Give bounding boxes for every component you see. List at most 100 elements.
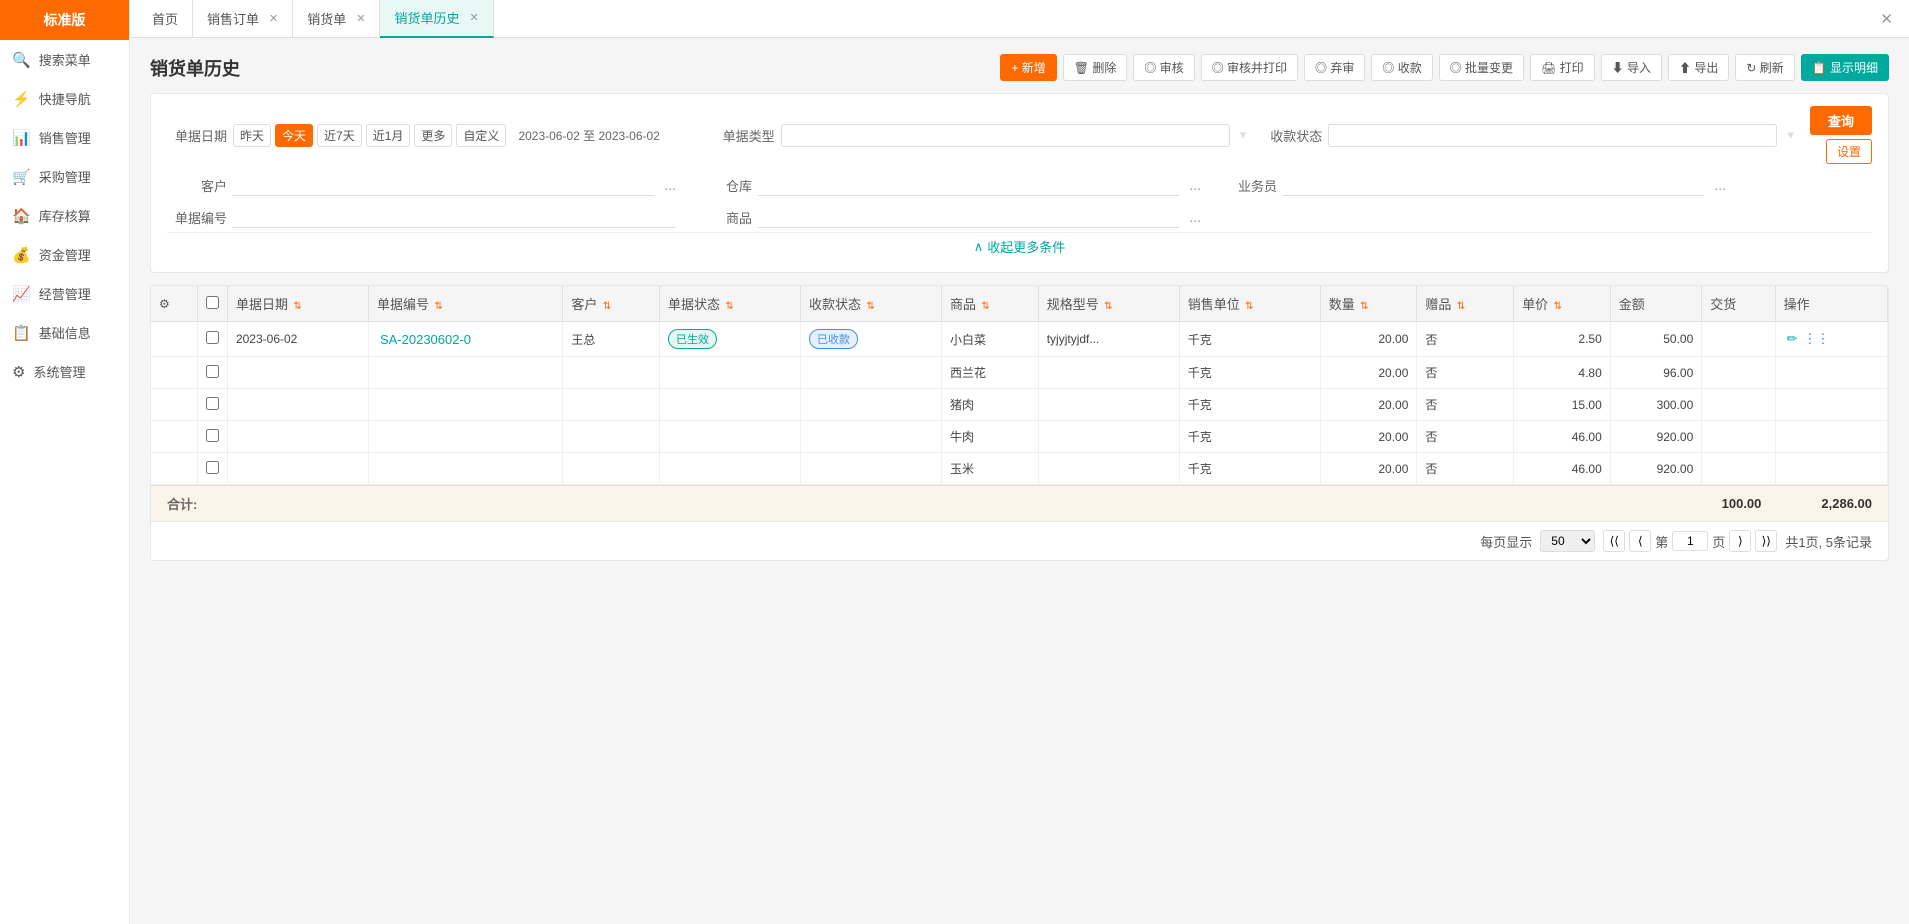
row-checkbox-2[interactable] xyxy=(197,389,227,421)
customer-filter-label: 客户 xyxy=(167,176,227,195)
sidebar-item-quick-nav[interactable]: ⚡ 快捷导航 xyxy=(0,79,129,118)
date-more-btn[interactable]: 更多 xyxy=(414,124,452,147)
display-detail-button[interactable]: 📋 显示明细 xyxy=(1801,54,1889,81)
total-info: 共1页, 5条记录 xyxy=(1785,532,1872,551)
date-1month-btn[interactable]: 近1月 xyxy=(366,124,411,147)
collect-button[interactable]: ◎ 收款 xyxy=(1371,54,1432,81)
date-today-btn[interactable]: 今天 xyxy=(275,124,313,147)
th-order-no[interactable]: 单据编号 ⇅ xyxy=(368,286,562,322)
row-order-no-0[interactable]: SA-20230602-0 xyxy=(368,322,562,357)
sidebar-item-sales-mgmt[interactable]: 📊 销售管理 xyxy=(0,118,129,157)
row-unit-1: 千克 xyxy=(1179,357,1320,389)
type-filter-input[interactable] xyxy=(781,124,1230,147)
th-spec[interactable]: 规格型号 ⇅ xyxy=(1038,286,1179,322)
status-filter-input[interactable] xyxy=(1328,124,1777,147)
th-spec-label: 规格型号 xyxy=(1047,297,1099,312)
row-checkbox-4[interactable] xyxy=(197,453,227,485)
row-order-no-1[interactable] xyxy=(368,357,562,389)
row-gear-4 xyxy=(151,453,197,485)
discard-button[interactable]: ◎ 弃审 xyxy=(1304,54,1365,81)
sidebar-item-purchase-mgmt[interactable]: 🛒 采购管理 xyxy=(0,157,129,196)
th-payment-status[interactable]: 收款状态 ⇅ xyxy=(801,286,942,322)
salesperson-filter-input[interactable] xyxy=(1283,174,1704,196)
new-button[interactable]: + 新增 xyxy=(1000,54,1056,81)
sidebar-item-system[interactable]: ⚙ 系统管理 xyxy=(0,352,129,391)
tab-sales-delivery[interactable]: 销货单 ✕ xyxy=(293,0,380,38)
audit-button[interactable]: ◎ 审核 xyxy=(1133,54,1194,81)
settings-button[interactable]: 设置 xyxy=(1826,139,1872,164)
money-icon: 💰 xyxy=(12,246,31,264)
row-order-no-3[interactable] xyxy=(368,421,562,453)
row-order-no-4[interactable] xyxy=(368,453,562,485)
page-number-input[interactable] xyxy=(1672,531,1708,551)
print-button[interactable]: 🖨 打印 xyxy=(1530,54,1595,81)
customer-filter-input[interactable] xyxy=(233,174,654,196)
th-order-status[interactable]: 单据状态 ⇅ xyxy=(660,286,801,322)
edit-link[interactable]: ✏ xyxy=(1787,331,1798,346)
goods-filter-input[interactable] xyxy=(758,206,1179,228)
warehouse-filter-dots[interactable]: ... xyxy=(1189,177,1201,193)
sort-icon-payment-status: ⇅ xyxy=(866,301,874,312)
th-price[interactable]: 单价 ⇅ xyxy=(1514,286,1611,322)
customer-filter-dots[interactable]: ... xyxy=(664,177,676,193)
date-7days-btn[interactable]: 近7天 xyxy=(317,124,362,147)
select-all-checkbox[interactable] xyxy=(206,296,219,309)
tab-sales-delivery-close[interactable]: ✕ xyxy=(356,12,365,25)
import-button[interactable]: ⬇ 导入 xyxy=(1601,54,1662,81)
row-checkbox-0[interactable] xyxy=(197,322,227,357)
page-prev-btn[interactable]: ⟨ xyxy=(1629,530,1651,552)
sidebar-item-basic-info[interactable]: 📋 基础信息 xyxy=(0,313,129,352)
row-qty-0: 20.00 xyxy=(1320,322,1417,357)
table-row: 西兰花 千克 20.00 否 4.80 96.00 xyxy=(151,357,1888,389)
warehouse-filter-input[interactable] xyxy=(758,174,1179,196)
row-goods-0: 小白菜 xyxy=(942,322,1039,357)
tab-sales-order-close[interactable]: ✕ xyxy=(269,12,278,25)
th-qty[interactable]: 数量 ⇅ xyxy=(1320,286,1417,322)
page-body: 销货单历史 + 新增 🗑 删除 ◎ 审核 ◎ 审核并打印 ◎ 弃审 ◎ 收款 ◎… xyxy=(130,38,1909,924)
page-last-btn[interactable]: ⟩⟩ xyxy=(1755,530,1777,552)
export-button[interactable]: ⬆ 导出 xyxy=(1668,54,1729,81)
th-gift[interactable]: 赠品 ⇅ xyxy=(1417,286,1514,322)
goods-filter-dots[interactable]: ... xyxy=(1189,209,1201,225)
sidebar-item-search-menu[interactable]: 🔍 搜索菜单 xyxy=(0,40,129,79)
tab-home[interactable]: 首页 xyxy=(138,0,193,38)
query-button[interactable]: 查询 xyxy=(1810,106,1872,135)
more-link[interactable]: ⋮⋮ xyxy=(1803,331,1829,346)
close-all-tabs-btn[interactable]: ✕ xyxy=(1872,10,1901,28)
sidebar-item-finance[interactable]: 💰 资金管理 xyxy=(0,235,129,274)
batch-change-button[interactable]: ◎ 批量变更 xyxy=(1439,54,1524,81)
tab-home-label: 首页 xyxy=(152,9,178,28)
audit-print-button[interactable]: ◎ 审核并打印 xyxy=(1201,54,1298,81)
tab-sales-history-close[interactable]: ✕ xyxy=(470,11,479,24)
per-page-select[interactable]: 20 50 100 xyxy=(1540,530,1595,552)
page-first-btn[interactable]: ⟨⟨ xyxy=(1603,530,1625,552)
tab-sales-order[interactable]: 销售订单 ✕ xyxy=(193,0,293,38)
date-custom-btn[interactable]: 自定义 xyxy=(456,124,506,147)
delete-button[interactable]: 🗑 删除 xyxy=(1063,54,1128,81)
tab-sales-history[interactable]: 销货单历史 ✕ xyxy=(380,0,493,38)
th-customer[interactable]: 客户 ⇅ xyxy=(563,286,660,322)
th-unit[interactable]: 销售单位 ⇅ xyxy=(1179,286,1320,322)
row-checkbox-1[interactable] xyxy=(197,357,227,389)
th-date-label: 单据日期 xyxy=(236,297,288,312)
row-action-2 xyxy=(1775,389,1887,421)
row-customer-3 xyxy=(563,421,660,453)
refresh-button[interactable]: ↻ 刷新 xyxy=(1735,54,1794,81)
row-order-no-2[interactable] xyxy=(368,389,562,421)
salesperson-filter-dots[interactable]: ... xyxy=(1714,177,1726,193)
row-gift-0: 否 xyxy=(1417,322,1514,357)
orderno-filter-input[interactable] xyxy=(233,206,676,228)
th-gear[interactable]: ⚙ xyxy=(151,286,197,322)
th-date[interactable]: 单据日期 ⇅ xyxy=(227,286,368,322)
collapse-filter-btn[interactable]: ∧ 收起更多条件 xyxy=(167,232,1872,260)
row-gear-2 xyxy=(151,389,197,421)
row-date-3 xyxy=(227,421,368,453)
page-next-btn[interactable]: ⟩ xyxy=(1729,530,1751,552)
tab-sales-order-label: 销售订单 xyxy=(207,9,259,28)
row-gift-4: 否 xyxy=(1417,453,1514,485)
th-goods[interactable]: 商品 ⇅ xyxy=(942,286,1039,322)
row-checkbox-3[interactable] xyxy=(197,421,227,453)
date-yesterday-btn[interactable]: 昨天 xyxy=(233,124,271,147)
sidebar-item-operations[interactable]: 📈 经营管理 xyxy=(0,274,129,313)
sidebar-item-inventory[interactable]: 🏠 库存核算 xyxy=(0,196,129,235)
